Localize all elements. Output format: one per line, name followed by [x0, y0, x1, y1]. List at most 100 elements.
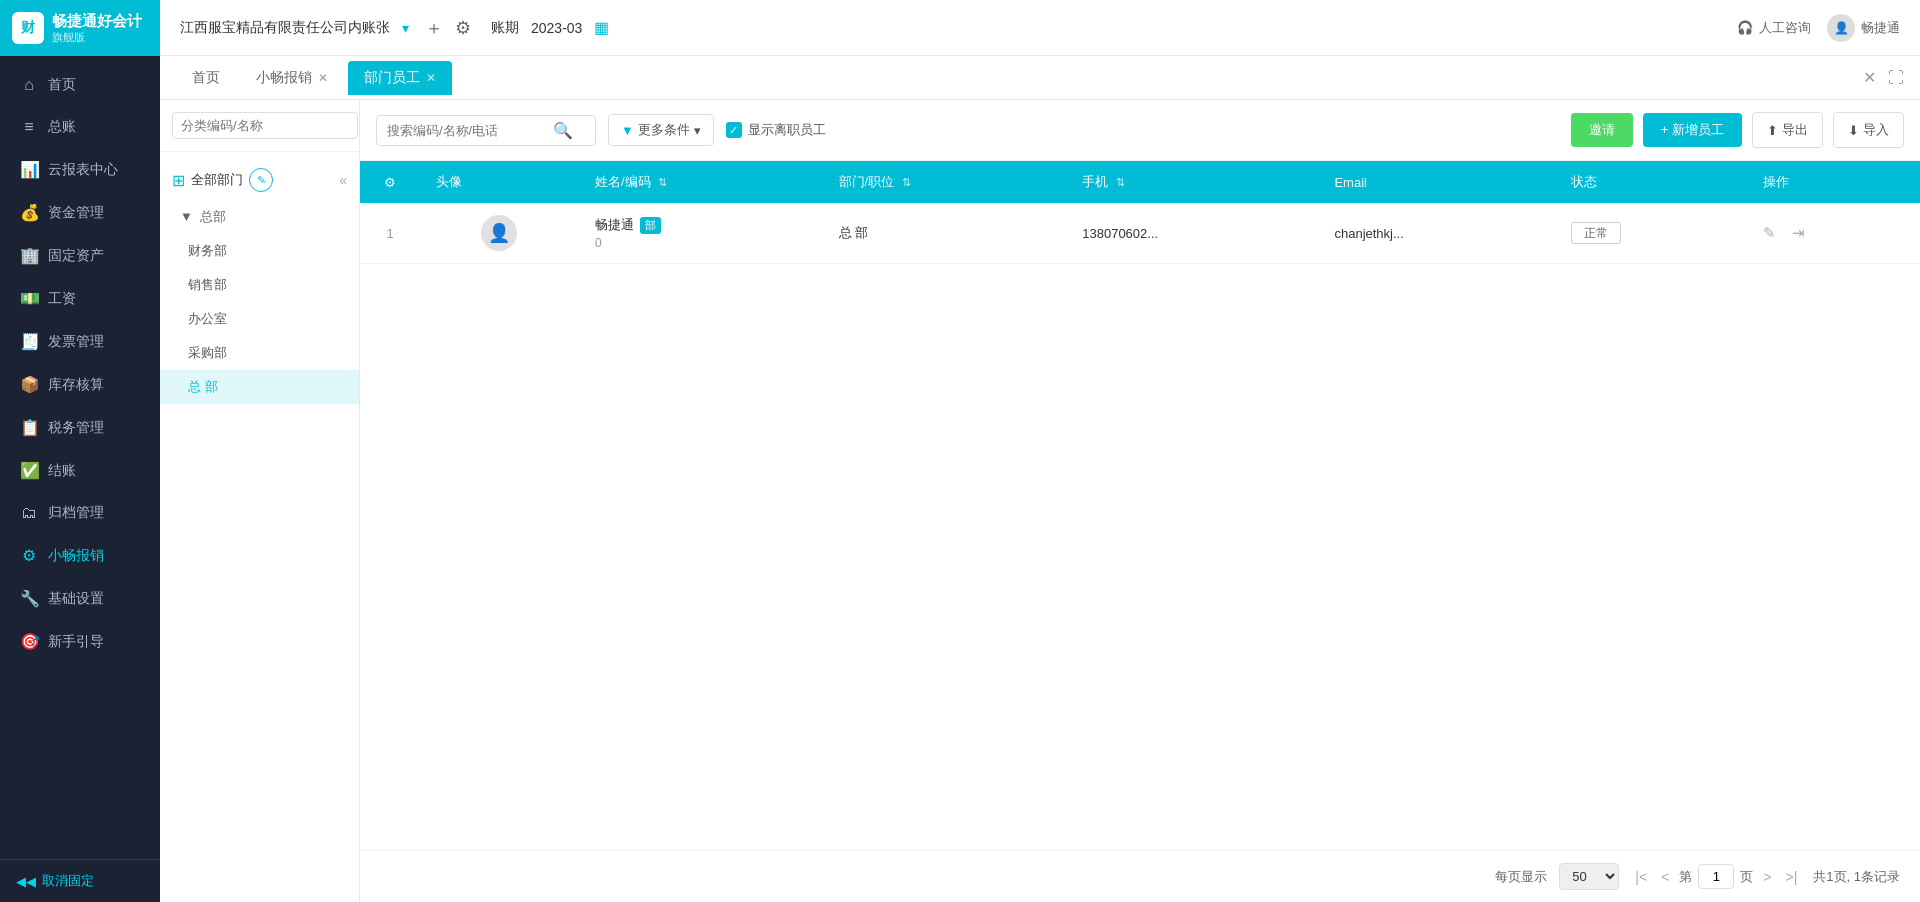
settings-icon: 🔧	[20, 589, 38, 608]
export-icon: ⬆	[1767, 123, 1778, 138]
sidebar-item-guide[interactable]: 🎯 新手引导	[0, 620, 160, 663]
tab-dept-label: 部门员工	[364, 69, 420, 87]
company-dropdown-icon[interactable]: ▾	[402, 20, 409, 36]
th-actions: 操作	[1747, 161, 1920, 203]
show-resigned-checkbox[interactable]: ✓ 显示离职员工	[726, 121, 826, 139]
th-phone[interactable]: 手机 ⇅	[1066, 161, 1318, 203]
ledger-icon: ≡	[20, 118, 38, 136]
tab-dept-employee[interactable]: 部门员工 ✕	[348, 61, 452, 95]
employee-search-box: 🔍	[376, 115, 596, 146]
tab-dept-close-icon[interactable]: ✕	[426, 71, 436, 85]
sidebar-item-archive[interactable]: 🗂 归档管理	[0, 492, 160, 534]
capital-icon: 💰	[20, 203, 38, 222]
sidebar-item-label: 资金管理	[48, 204, 104, 222]
dept-panel: 🔍 ⊞ 全部部门 ✎ « ▼ 总部 财务部 销售部 办公室 采	[160, 100, 360, 902]
status-badge: 正常	[1571, 222, 1621, 244]
sidebar-item-checkout[interactable]: ✅ 结账	[0, 449, 160, 492]
sidebar-item-capital[interactable]: 💰 资金管理	[0, 191, 160, 234]
th-name-code[interactable]: 姓名/编码 ⇅	[579, 161, 823, 203]
archive-icon: 🗂	[20, 504, 38, 522]
logo-icon: 财	[12, 12, 44, 44]
cancel-fixed-icon: ◀◀	[16, 874, 36, 889]
sidebar-item-label: 新手引导	[48, 633, 104, 651]
avatar: 👤	[1827, 14, 1855, 42]
sidebar-item-fixed[interactable]: 🏢 固定资产	[0, 234, 160, 277]
employee-search-input[interactable]	[387, 123, 547, 138]
user-button[interactable]: 👤 畅捷通	[1827, 14, 1900, 42]
dept-item-caiwu[interactable]: 财务部	[160, 234, 359, 268]
th-dept-position[interactable]: 部门/职位 ⇅	[823, 161, 1067, 203]
dept-search-input[interactable]	[172, 112, 358, 139]
dept-item-caigou[interactable]: 采购部	[160, 336, 359, 370]
filter-more-button[interactable]: ▼ 更多条件 ▾	[608, 114, 714, 146]
page-unit: 页	[1740, 868, 1753, 886]
first-page-button[interactable]: |<	[1631, 867, 1651, 887]
calendar-icon[interactable]: ▦	[594, 18, 609, 37]
add-company-icon[interactable]: ＋	[425, 16, 443, 40]
sidebar-item-tax[interactable]: 📋 税务管理	[0, 406, 160, 449]
import-button[interactable]: ⬇ 导入	[1833, 112, 1904, 148]
sidebar-item-label: 结账	[48, 462, 76, 480]
dept-all-label: 全部部门	[191, 171, 243, 189]
sidebar-item-label: 基础设置	[48, 590, 104, 608]
row-phone: 138070602...	[1066, 203, 1318, 264]
period-value: 2023-03	[531, 20, 582, 36]
dept-parent-zongbu: ▼ 总部 财务部 销售部 办公室 采购部 总 部	[160, 200, 359, 404]
dept-item-zongbu[interactable]: ▼ 总部	[160, 200, 359, 234]
sidebar-item-label: 首页	[48, 76, 76, 94]
row-actions: ✎ ⇥	[1747, 203, 1920, 264]
dept-edit-button[interactable]: ✎	[249, 168, 273, 192]
dept-collapse-icon[interactable]: «	[339, 172, 347, 188]
th-settings[interactable]: ⚙	[360, 161, 420, 203]
page-word: 第	[1679, 868, 1692, 886]
sidebar-item-salary[interactable]: 💵 工资	[0, 277, 160, 320]
tab-xiaochang-close-icon[interactable]: ✕	[318, 71, 328, 85]
dept-all-icon: ⊞	[172, 171, 185, 190]
dept-tree: ⊞ 全部部门 ✎ « ▼ 总部 财务部 销售部 办公室 采购部 总 部	[160, 152, 359, 412]
sidebar-item-home[interactable]: ⌂ 首页	[0, 64, 160, 106]
search-icon[interactable]: 🔍	[553, 121, 573, 140]
sort-dept-icon: ⇅	[902, 176, 911, 188]
last-page-button[interactable]: >|	[1782, 867, 1802, 887]
tab-close-all-icon[interactable]: ✕	[1863, 68, 1876, 87]
next-page-button[interactable]: >	[1759, 867, 1775, 887]
sidebar-item-ledger[interactable]: ≡ 总账	[0, 106, 160, 148]
prev-page-button[interactable]: <	[1657, 867, 1673, 887]
export-button[interactable]: ⬆ 导出	[1752, 112, 1823, 148]
employee-name: 畅捷通	[595, 216, 634, 234]
row-avatar-cell: 👤	[420, 203, 579, 263]
service-button[interactable]: 🎧 人工咨询	[1737, 19, 1811, 37]
page-number-input[interactable]	[1698, 864, 1734, 889]
import-label: 导入	[1863, 121, 1889, 139]
main-content: 江西服宝精品有限责任公司内账张 ▾ ＋ ⚙ 账期 2023-03 ▦ 🎧 人工咨…	[160, 0, 1920, 902]
company-settings-icon[interactable]: ⚙	[455, 17, 471, 39]
dept-item-bangongshi[interactable]: 办公室	[160, 302, 359, 336]
dept-badge: 部	[640, 217, 661, 234]
page-size-label: 每页显示	[1495, 868, 1547, 886]
employee-toolbar: 🔍 ▼ 更多条件 ▾ ✓ 显示离职员工 邀请 + 新增员工 ⬆ 导出	[360, 100, 1920, 161]
headset-icon: 🎧	[1737, 20, 1753, 35]
inventory-icon: 📦	[20, 375, 38, 394]
sidebar-item-settings[interactable]: 🔧 基础设置	[0, 577, 160, 620]
tab-home[interactable]: 首页	[176, 61, 236, 95]
sidebar-item-reports[interactable]: 📊 云报表中心	[0, 148, 160, 191]
logout-icon[interactable]: ⇥	[1792, 224, 1805, 242]
add-employee-button[interactable]: + 新增员工	[1643, 113, 1742, 147]
tab-xiaochang[interactable]: 小畅报销 ✕	[240, 61, 344, 95]
invoice-icon: 🧾	[20, 332, 38, 351]
sidebar-item-xiaochang[interactable]: ⚙ 小畅报销	[0, 534, 160, 577]
sidebar-item-label: 云报表中心	[48, 161, 118, 179]
dept-item-xiaoshou[interactable]: 销售部	[160, 268, 359, 302]
tab-fullscreen-icon[interactable]: ⛶	[1888, 69, 1904, 87]
page-size-select[interactable]: 50 10 20 100	[1559, 863, 1619, 890]
cancel-fixed-button[interactable]: ◀◀ 取消固定	[0, 859, 160, 902]
sidebar-item-inventory[interactable]: 📦 库存核算	[0, 363, 160, 406]
dept-all-header[interactable]: ⊞ 全部部门 ✎ «	[160, 160, 359, 200]
tab-home-label: 首页	[192, 69, 220, 87]
dept-item-zongbu-selected[interactable]: 总 部	[160, 370, 359, 404]
invite-button[interactable]: 邀请	[1571, 113, 1633, 147]
sidebar-item-invoice[interactable]: 🧾 发票管理	[0, 320, 160, 363]
edit-icon[interactable]: ✎	[1763, 224, 1776, 242]
sidebar-logo: 财 畅捷通好会计 旗舰版	[0, 0, 160, 56]
employee-table-wrapper: ⚙ 头像 姓名/编码 ⇅ 部门/职位 ⇅ 手机	[360, 161, 1920, 850]
